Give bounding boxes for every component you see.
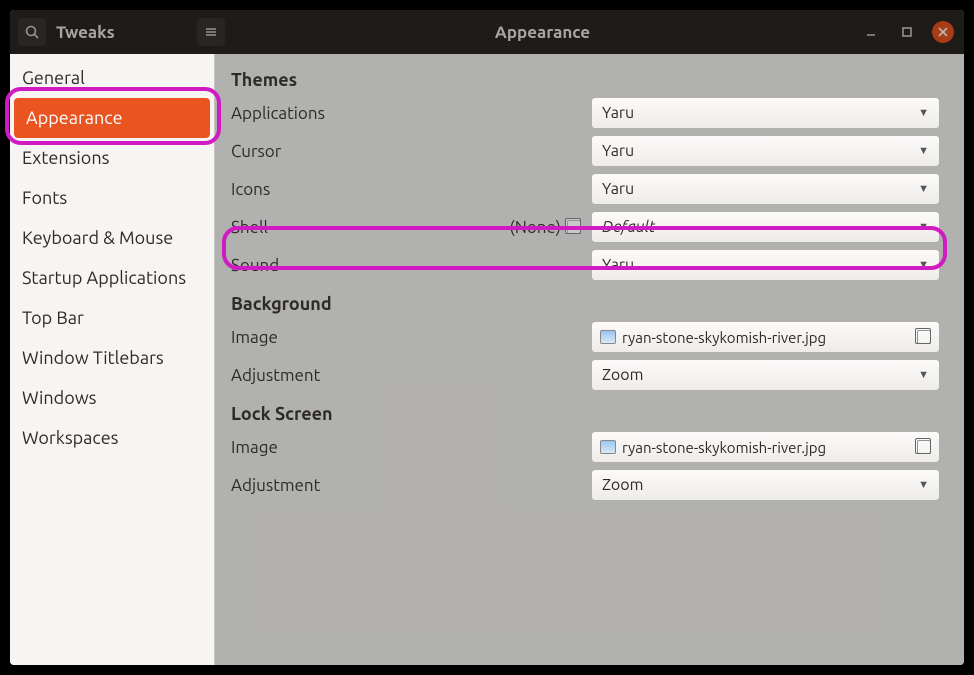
titlebar: Tweaks Appearance: [10, 10, 964, 54]
hamburger-icon: [203, 24, 219, 40]
row-applications: Applications Yaru ▼: [231, 94, 940, 132]
combo-icons[interactable]: Yaru ▼: [591, 173, 940, 205]
file-ls-image-value: ryan-stone-skykomish-river.jpg: [622, 439, 826, 456]
hamburger-button[interactable]: [197, 18, 225, 46]
search-icon: [24, 24, 40, 40]
tweaks-window: Tweaks Appearance General Appearance Ext…: [10, 10, 964, 665]
app-name: Tweaks: [56, 23, 115, 42]
label-applications: Applications: [231, 104, 325, 123]
chevron-down-icon: ▼: [918, 259, 929, 271]
shell-extra-text: (None): [509, 218, 561, 237]
minimize-icon: [863, 24, 879, 40]
maximize-button[interactable]: [896, 21, 918, 43]
combo-applications[interactable]: Yaru ▼: [591, 97, 940, 129]
sidebar-item-fonts[interactable]: Fonts: [10, 178, 214, 218]
minimize-button[interactable]: [860, 21, 882, 43]
chevron-down-icon: ▼: [918, 107, 929, 119]
combo-ls-adjustment-value: Zoom: [602, 476, 643, 494]
combo-sound-value: Yaru: [602, 256, 634, 274]
row-bg-image: Image ryan-stone-skykomish-river.jpg: [231, 318, 940, 356]
combo-shell-value: Default: [602, 218, 655, 236]
sidebar-item-workspaces[interactable]: Workspaces: [10, 418, 214, 458]
combo-ls-adjustment[interactable]: Zoom ▼: [591, 469, 940, 501]
sidebar-item-startup-applications[interactable]: Startup Applications: [10, 258, 214, 298]
close-button[interactable]: [932, 21, 954, 43]
shell-extra: (None): [509, 218, 581, 237]
window-controls: [860, 21, 964, 43]
sidebar-item-general[interactable]: General: [10, 58, 214, 98]
sidebar-item-appearance[interactable]: Appearance: [14, 98, 210, 138]
label-ls-adjustment: Adjustment: [231, 476, 320, 495]
combo-sound[interactable]: Yaru ▼: [591, 249, 940, 281]
image-icon: [600, 330, 616, 344]
sidebar: General Appearance Extensions Fonts Keyb…: [10, 54, 215, 665]
combo-icons-value: Yaru: [602, 180, 634, 198]
sidebar-item-top-bar[interactable]: Top Bar: [10, 298, 214, 338]
label-icons: Icons: [231, 180, 270, 199]
row-ls-image: Image ryan-stone-skykomish-river.jpg: [231, 428, 940, 466]
chevron-down-icon: ▼: [918, 183, 929, 195]
file-bg-image-value: ryan-stone-skykomish-river.jpg: [622, 329, 826, 346]
chevron-down-icon: ▼: [918, 479, 929, 491]
maximize-icon: [899, 24, 915, 40]
browse-icon[interactable]: [917, 440, 931, 454]
combo-cursor-value: Yaru: [602, 142, 634, 160]
row-sound: Sound Yaru ▼: [231, 246, 940, 284]
body: General Appearance Extensions Fonts Keyb…: [10, 54, 964, 665]
combo-shell[interactable]: Default ▼: [591, 211, 940, 243]
label-shell: Shell: [231, 218, 268, 237]
search-button[interactable]: [18, 18, 46, 46]
label-cursor: Cursor: [231, 142, 281, 161]
titlebar-left: Tweaks: [10, 18, 215, 46]
row-bg-adjustment: Adjustment Zoom ▼: [231, 356, 940, 394]
row-shell: Shell (None) Default ▼: [231, 208, 940, 246]
row-icons: Icons Yaru ▼: [231, 170, 940, 208]
section-title-themes: Themes: [231, 70, 940, 90]
combo-cursor[interactable]: Yaru ▼: [591, 135, 940, 167]
combo-bg-adjustment-value: Zoom: [602, 366, 643, 384]
page-title: Appearance: [225, 23, 860, 42]
section-title-lockscreen: Lock Screen: [231, 404, 940, 424]
row-ls-adjustment: Adjustment Zoom ▼: [231, 466, 940, 504]
label-bg-adjustment: Adjustment: [231, 366, 320, 385]
sidebar-item-window-titlebars[interactable]: Window Titlebars: [10, 338, 214, 378]
label-bg-image: Image: [231, 328, 278, 347]
row-cursor: Cursor Yaru ▼: [231, 132, 940, 170]
combo-bg-adjustment[interactable]: Zoom ▼: [591, 359, 940, 391]
sidebar-item-windows[interactable]: Windows: [10, 378, 214, 418]
browse-icon[interactable]: [567, 220, 581, 234]
image-icon: [600, 440, 616, 454]
close-icon: [935, 24, 951, 40]
label-ls-image: Image: [231, 438, 278, 457]
sidebar-item-keyboard-mouse[interactable]: Keyboard & Mouse: [10, 218, 214, 258]
browse-icon[interactable]: [917, 330, 931, 344]
file-bg-image[interactable]: ryan-stone-skykomish-river.jpg: [591, 321, 940, 353]
sidebar-item-extensions[interactable]: Extensions: [10, 138, 214, 178]
label-sound: Sound: [231, 256, 279, 275]
content-pane: Themes Applications Yaru ▼ Cursor Yaru ▼: [215, 54, 964, 665]
section-title-background: Background: [231, 294, 940, 314]
combo-applications-value: Yaru: [602, 104, 634, 122]
chevron-down-icon: ▼: [918, 369, 929, 381]
file-ls-image[interactable]: ryan-stone-skykomish-river.jpg: [591, 431, 940, 463]
chevron-down-icon: ▼: [918, 221, 929, 233]
chevron-down-icon: ▼: [918, 145, 929, 157]
